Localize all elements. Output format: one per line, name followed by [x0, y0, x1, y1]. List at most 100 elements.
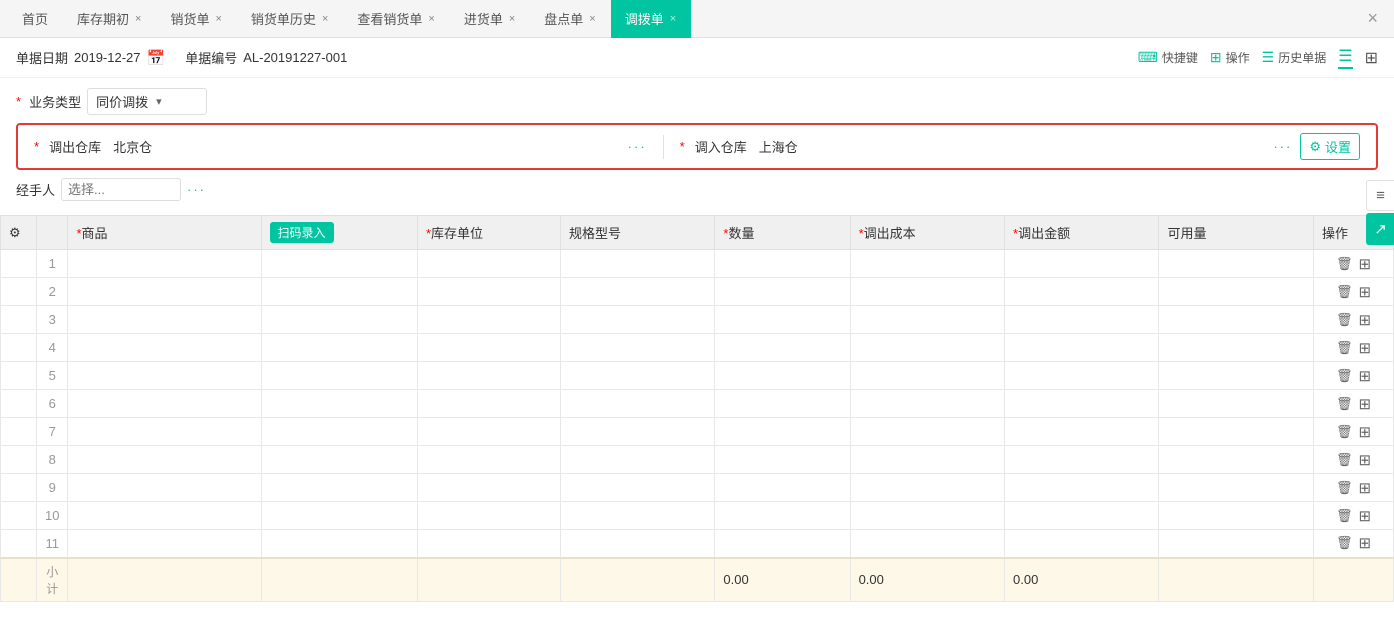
table-row: 4 🗑 ⊞	[1, 334, 1394, 362]
copy-row-icon[interactable]: ⊞	[1358, 283, 1371, 301]
copy-row-icon[interactable]: ⊞	[1358, 451, 1371, 469]
copy-row-icon[interactable]: ⊞	[1358, 367, 1371, 385]
in-warehouse-more[interactable]: ···	[1273, 139, 1292, 154]
tab-close-sales-order[interactable]: ×	[215, 13, 221, 25]
row-product-cell[interactable]	[68, 334, 261, 362]
delete-row-icon[interactable]: 🗑	[1336, 535, 1353, 551]
copy-row-icon[interactable]: ⊞	[1358, 395, 1371, 413]
side-list-button[interactable]: ≡	[1366, 180, 1394, 211]
side-export-button[interactable]: ↗	[1366, 213, 1394, 245]
copy-row-icon[interactable]: ⊞	[1358, 339, 1371, 357]
row-spec-cell	[560, 446, 714, 474]
row-product-cell[interactable]	[68, 390, 261, 418]
row-product-cell[interactable]	[68, 306, 261, 334]
row-op-cell: 🗑 ⊞	[1314, 334, 1394, 362]
delete-row-icon[interactable]: 🗑	[1336, 452, 1353, 468]
list-view-button[interactable]: ☰	[1338, 46, 1352, 69]
copy-row-icon[interactable]: ⊞	[1358, 534, 1371, 552]
business-type-label: 业务类型	[29, 92, 81, 111]
tab-close-inventory-init[interactable]: ×	[135, 13, 141, 25]
row-product-cell[interactable]	[68, 474, 261, 502]
handler-input[interactable]	[61, 178, 181, 201]
delete-row-icon[interactable]: 🗑	[1336, 368, 1353, 384]
row-product-cell[interactable]	[68, 530, 261, 558]
delete-row-icon[interactable]: 🗑	[1336, 284, 1353, 300]
scan-button[interactable]: 扫码录入	[270, 222, 334, 243]
row-product-cell[interactable]	[68, 418, 261, 446]
row-num-cell: 7	[37, 418, 68, 446]
row-amount-cell	[1005, 250, 1159, 278]
delete-row-icon[interactable]: 🗑	[1336, 508, 1353, 524]
tab-close-sales-history[interactable]: ×	[322, 13, 328, 25]
table-row: 9 🗑 ⊞	[1, 474, 1394, 502]
copy-row-icon[interactable]: ⊞	[1358, 479, 1371, 497]
tab-sales-history[interactable]: 销货单历史 ×	[237, 0, 343, 38]
handler-more[interactable]: ···	[187, 182, 206, 197]
tab-view-sales[interactable]: 查看销货单 ×	[343, 0, 449, 38]
subtotal-scan	[261, 558, 417, 602]
row-op-cell: 🗑 ⊞	[1314, 362, 1394, 390]
out-warehouse-more[interactable]: ···	[628, 139, 647, 154]
grid-view-button[interactable]: ⊞	[1365, 48, 1378, 68]
tab-transfer[interactable]: 调拨单 ×	[611, 0, 691, 38]
row-product-cell[interactable]	[68, 250, 261, 278]
row-scan-cell	[261, 306, 417, 334]
row-product-cell[interactable]	[68, 502, 261, 530]
tab-inventory-check[interactable]: 盘点单 ×	[530, 0, 610, 38]
row-amount-cell	[1005, 278, 1159, 306]
row-op-cell: 🗑 ⊞	[1314, 502, 1394, 530]
tab-close-transfer[interactable]: ×	[670, 13, 676, 25]
number-label: 单据编号	[185, 48, 237, 67]
table-row: 5 🗑 ⊞	[1, 362, 1394, 390]
copy-row-icon[interactable]: ⊞	[1358, 507, 1371, 525]
window-close-button[interactable]: ×	[1359, 8, 1386, 29]
date-value: 2019-12-27	[74, 50, 141, 65]
operations-button[interactable]: ⊞ 操作	[1210, 49, 1250, 66]
row-spec-cell	[560, 418, 714, 446]
copy-row-icon[interactable]: ⊞	[1358, 255, 1371, 273]
shortcuts-button[interactable]: ⌨ 快捷键	[1138, 49, 1198, 66]
copy-row-icon[interactable]: ⊞	[1358, 423, 1371, 441]
row-num-cell: 10	[37, 502, 68, 530]
subtotal-spec	[560, 558, 714, 602]
tab-home[interactable]: 首页	[8, 0, 63, 38]
row-product-cell[interactable]	[68, 446, 261, 474]
row-product-cell[interactable]	[68, 362, 261, 390]
tab-purchase[interactable]: 进货单 ×	[450, 0, 530, 38]
tab-close-purchase[interactable]: ×	[509, 13, 515, 25]
history-button[interactable]: ☰ 历史单据	[1262, 49, 1327, 66]
subtotal-label: 小计	[37, 558, 68, 602]
row-num-cell: 5	[37, 362, 68, 390]
tab-sales-order[interactable]: 销货单 ×	[156, 0, 236, 38]
delete-row-icon[interactable]: 🗑	[1336, 480, 1353, 496]
col-header-gear[interactable]: ⚙	[1, 216, 37, 250]
tab-inventory-init[interactable]: 库存期初 ×	[63, 0, 156, 38]
col-header-qty: *数量	[715, 216, 850, 250]
row-gear-cell	[1, 250, 37, 278]
tab-close-inventory-check[interactable]: ×	[589, 13, 595, 25]
settings-button[interactable]: ⚙ 设置	[1300, 133, 1360, 160]
copy-row-icon[interactable]: ⊞	[1358, 311, 1371, 329]
row-product-cell[interactable]	[68, 278, 261, 306]
business-type-select[interactable]: 同价调拨 ▾	[87, 88, 207, 115]
delete-row-icon[interactable]: 🗑	[1336, 256, 1353, 272]
delete-row-icon[interactable]: 🗑	[1336, 396, 1353, 412]
row-spec-cell	[560, 250, 714, 278]
delete-row-icon[interactable]: 🗑	[1336, 424, 1353, 440]
delete-row-icon[interactable]: 🗑	[1336, 312, 1353, 328]
row-spec-cell	[560, 502, 714, 530]
row-op-cell: 🗑 ⊞	[1314, 446, 1394, 474]
tab-close-view-sales[interactable]: ×	[428, 13, 434, 25]
col-header-product: *商品	[68, 216, 261, 250]
table-row: 2 🗑 ⊞	[1, 278, 1394, 306]
history-icon: ☰	[1262, 49, 1275, 66]
row-cost-cell	[850, 362, 1004, 390]
row-gear-cell	[1, 278, 37, 306]
calendar-icon[interactable]: 📅	[147, 49, 166, 67]
delete-row-icon[interactable]: 🗑	[1336, 340, 1353, 356]
row-scan-cell	[261, 446, 417, 474]
handler-field: 经手人 ···	[16, 178, 206, 201]
row-spec-cell	[560, 334, 714, 362]
row-op-cell: 🗑 ⊞	[1314, 278, 1394, 306]
row-qty-cell	[715, 390, 850, 418]
